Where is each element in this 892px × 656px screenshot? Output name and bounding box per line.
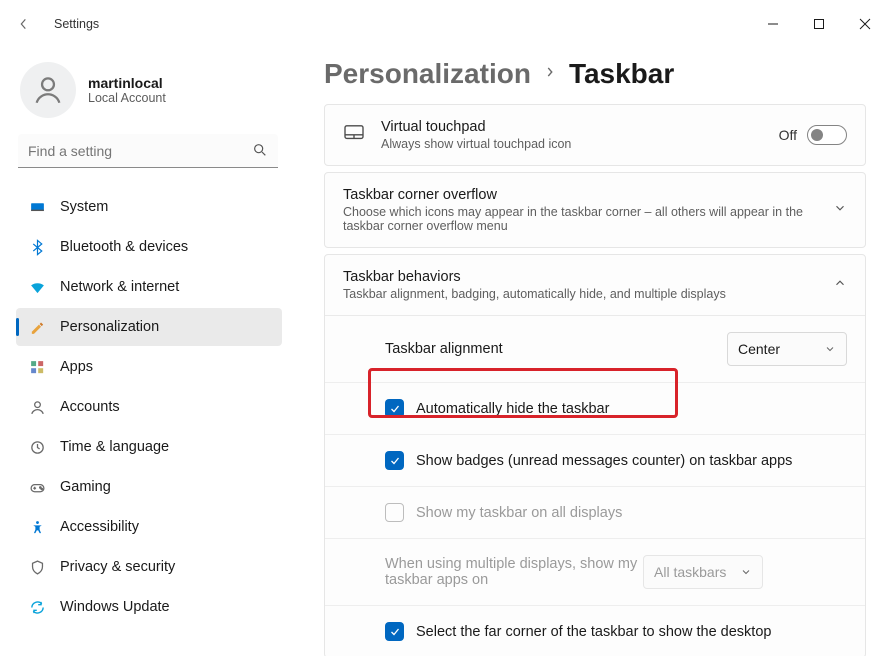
touchpad-icon [343, 124, 365, 147]
accounts-icon [28, 399, 46, 416]
user-name: martinlocal [88, 75, 166, 91]
taskbar-behaviors-card: Taskbar behaviors Taskbar alignment, bad… [324, 254, 866, 656]
accessibility-icon [28, 519, 46, 536]
sidebar-item-label: Privacy & security [60, 559, 175, 575]
wifi-icon [28, 279, 46, 296]
sidebar-item-network[interactable]: Network & internet [16, 268, 282, 306]
far-corner-label: Select the far corner of the taskbar to … [416, 624, 771, 640]
card-subtitle: Choose which icons may appear in the tas… [343, 205, 817, 233]
breadcrumb-current: Taskbar [569, 58, 674, 90]
multi-display-dropdown: All taskbars [643, 555, 763, 589]
breadcrumb-parent[interactable]: Personalization [324, 58, 531, 90]
card-title: Taskbar behaviors [343, 269, 817, 285]
multi-display-row: When using multiple displays, show my ta… [325, 538, 865, 605]
main-content: Personalization Taskbar Virtual touchpad… [300, 48, 892, 656]
multi-display-value: All taskbars [654, 564, 726, 580]
card-title: Taskbar corner overflow [343, 187, 817, 203]
show-badges-row[interactable]: Show badges (unread messages counter) on… [325, 434, 865, 486]
card-subtitle: Always show virtual touchpad icon [381, 137, 763, 151]
sidebar-item-time-language[interactable]: Time & language [16, 428, 282, 466]
system-icon [28, 199, 46, 216]
personalization-icon [28, 319, 46, 336]
alignment-label: Taskbar alignment [343, 341, 727, 357]
card-title: Virtual touchpad [381, 119, 763, 135]
window-title: Settings [54, 17, 99, 31]
multi-display-label: When using multiple displays, show my ta… [343, 556, 643, 588]
toggle-state-label: Off [779, 127, 797, 143]
far-corner-checkbox[interactable] [385, 622, 404, 641]
sidebar-item-gaming[interactable]: Gaming [16, 468, 282, 506]
sidebar-item-windows-update[interactable]: Windows Update [16, 588, 282, 626]
show-badges-label: Show badges (unread messages counter) on… [416, 453, 792, 469]
search-field[interactable] [18, 134, 278, 168]
maximize-button[interactable] [796, 4, 842, 44]
profile-block[interactable]: martinlocal Local Account [20, 62, 300, 118]
sidebar-item-system[interactable]: System [16, 188, 282, 226]
virtual-touchpad-toggle[interactable] [807, 125, 847, 145]
gaming-icon [28, 479, 46, 496]
search-input[interactable] [18, 134, 278, 168]
card-subtitle: Taskbar alignment, badging, automaticall… [343, 287, 817, 301]
sidebar-item-apps[interactable]: Apps [16, 348, 282, 386]
sidebar-item-label: Apps [60, 359, 93, 375]
close-button[interactable] [842, 4, 888, 44]
breadcrumb: Personalization Taskbar [324, 58, 866, 90]
account-type: Local Account [88, 91, 166, 105]
sidebar-item-accounts[interactable]: Accounts [16, 388, 282, 426]
alignment-dropdown[interactable]: Center [727, 332, 847, 366]
chevron-down-icon [833, 201, 847, 220]
sidebar-item-accessibility[interactable]: Accessibility [16, 508, 282, 546]
sidebar-nav: System Bluetooth & devices Network & int… [16, 188, 282, 626]
sidebar-item-label: Accounts [60, 399, 120, 415]
privacy-icon [28, 559, 46, 576]
show-all-displays-checkbox [385, 503, 404, 522]
annotation-highlight [368, 368, 678, 418]
virtual-touchpad-card[interactable]: Virtual touchpad Always show virtual tou… [324, 104, 866, 166]
chevron-right-icon [543, 65, 557, 84]
taskbar-behaviors-header[interactable]: Taskbar behaviors Taskbar alignment, bad… [325, 255, 865, 315]
avatar-icon [20, 62, 76, 118]
sidebar-item-label: Bluetooth & devices [60, 239, 188, 255]
minimize-button[interactable] [750, 4, 796, 44]
sidebar-item-label: Accessibility [60, 519, 139, 535]
far-corner-row[interactable]: Select the far corner of the taskbar to … [325, 605, 865, 656]
sidebar-item-label: Gaming [60, 479, 111, 495]
sidebar-item-label: Network & internet [60, 279, 179, 295]
sidebar-item-personalization[interactable]: Personalization [16, 308, 282, 346]
sidebar-item-label: Time & language [60, 439, 169, 455]
sidebar-item-privacy[interactable]: Privacy & security [16, 548, 282, 586]
title-bar: Settings [0, 0, 892, 48]
windows-update-icon [28, 599, 46, 616]
time-language-icon [28, 439, 46, 456]
bluetooth-icon [28, 239, 46, 256]
apps-icon [28, 359, 46, 376]
sidebar-item-label: System [60, 199, 108, 215]
sidebar-item-label: Personalization [60, 319, 159, 335]
corner-overflow-card[interactable]: Taskbar corner overflow Choose which ico… [324, 172, 866, 248]
chevron-up-icon [833, 276, 847, 295]
sidebar-item-label: Windows Update [60, 599, 170, 615]
back-button[interactable] [4, 4, 44, 44]
search-icon [252, 142, 268, 163]
show-all-displays-row: Show my taskbar on all displays [325, 486, 865, 538]
show-badges-checkbox[interactable] [385, 451, 404, 470]
sidebar: martinlocal Local Account System Bluetoo… [0, 48, 300, 656]
show-all-displays-label: Show my taskbar on all displays [416, 505, 622, 521]
sidebar-item-bluetooth[interactable]: Bluetooth & devices [16, 228, 282, 266]
alignment-value: Center [738, 341, 780, 357]
